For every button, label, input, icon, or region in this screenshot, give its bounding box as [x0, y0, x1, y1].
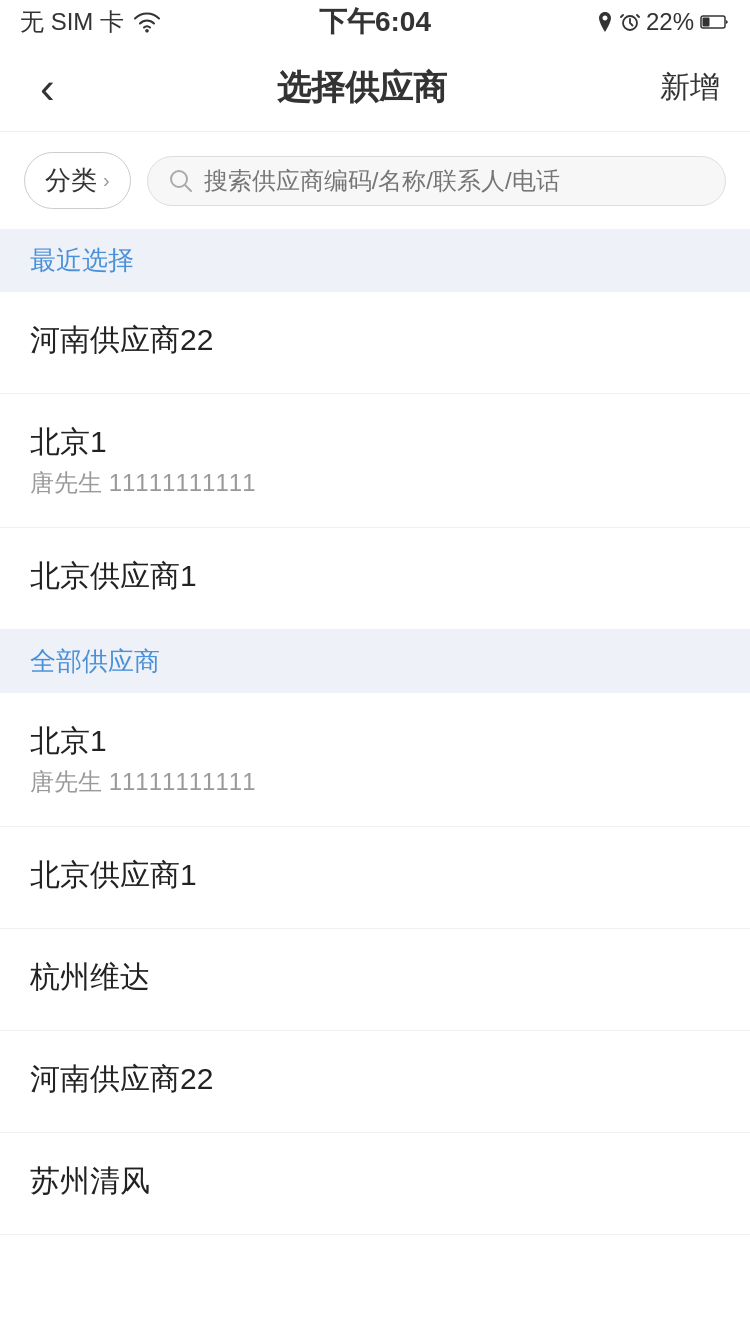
list-item[interactable]: 河南供应商22 [0, 1031, 750, 1133]
battery-text: 22% [646, 8, 694, 36]
location-icon [596, 11, 614, 33]
list-item[interactable]: 北京1 唐先生 11111111111 [0, 693, 750, 827]
search-input[interactable] [204, 167, 705, 195]
status-bar: 无 SIM 卡 下午6:04 22% [0, 0, 750, 44]
search-icon [168, 168, 194, 194]
list-item[interactable]: 河南供应商22 [0, 292, 750, 394]
item-name: 杭州维达 [30, 957, 720, 998]
carrier-text: 无 SIM 卡 [20, 6, 124, 38]
item-name: 苏州清风 [30, 1161, 720, 1202]
section-title-recent: 最近选择 [30, 245, 134, 275]
list-container: 最近选择河南供应商22 北京1 唐先生 11111111111 北京供应商1 全部供应商… [0, 229, 750, 1235]
item-name: 北京1 [30, 422, 720, 463]
status-time: 下午6:04 [319, 3, 431, 41]
back-button[interactable]: ‹ [30, 53, 65, 123]
page-title: 选择供应商 [277, 65, 447, 111]
list-item[interactable]: 北京供应商1 [0, 528, 750, 630]
item-name: 北京供应商1 [30, 855, 720, 896]
alarm-icon [620, 11, 640, 33]
category-label: 分类 [45, 163, 97, 198]
list-item[interactable]: 杭州维达 [0, 929, 750, 1031]
item-subtitle: 唐先生 11111111111 [30, 766, 720, 798]
section-header-recent: 最近选择 [0, 229, 750, 292]
search-box[interactable] [147, 156, 726, 206]
item-name: 北京1 [30, 721, 720, 762]
item-subtitle: 唐先生 11111111111 [30, 467, 720, 499]
item-name: 北京供应商1 [30, 556, 720, 597]
section-title-all: 全部供应商 [30, 646, 160, 676]
item-name: 河南供应商22 [30, 1059, 720, 1100]
nav-bar: ‹ 选择供应商 新增 [0, 44, 750, 132]
status-right: 22% [596, 8, 730, 36]
battery-icon [700, 14, 730, 30]
svg-rect-2 [703, 18, 710, 27]
status-left: 无 SIM 卡 [20, 6, 162, 38]
category-filter[interactable]: 分类 › [24, 152, 131, 209]
section-header-all: 全部供应商 [0, 630, 750, 693]
chevron-icon: › [103, 169, 110, 192]
filter-bar: 分类 › [0, 132, 750, 229]
list-item[interactable]: 北京供应商1 [0, 827, 750, 929]
item-name: 河南供应商22 [30, 320, 720, 361]
list-item[interactable]: 北京1 唐先生 11111111111 [0, 394, 750, 528]
wifi-icon [132, 11, 162, 33]
list-item[interactable]: 苏州清风 [0, 1133, 750, 1235]
add-button[interactable]: 新增 [660, 67, 720, 108]
